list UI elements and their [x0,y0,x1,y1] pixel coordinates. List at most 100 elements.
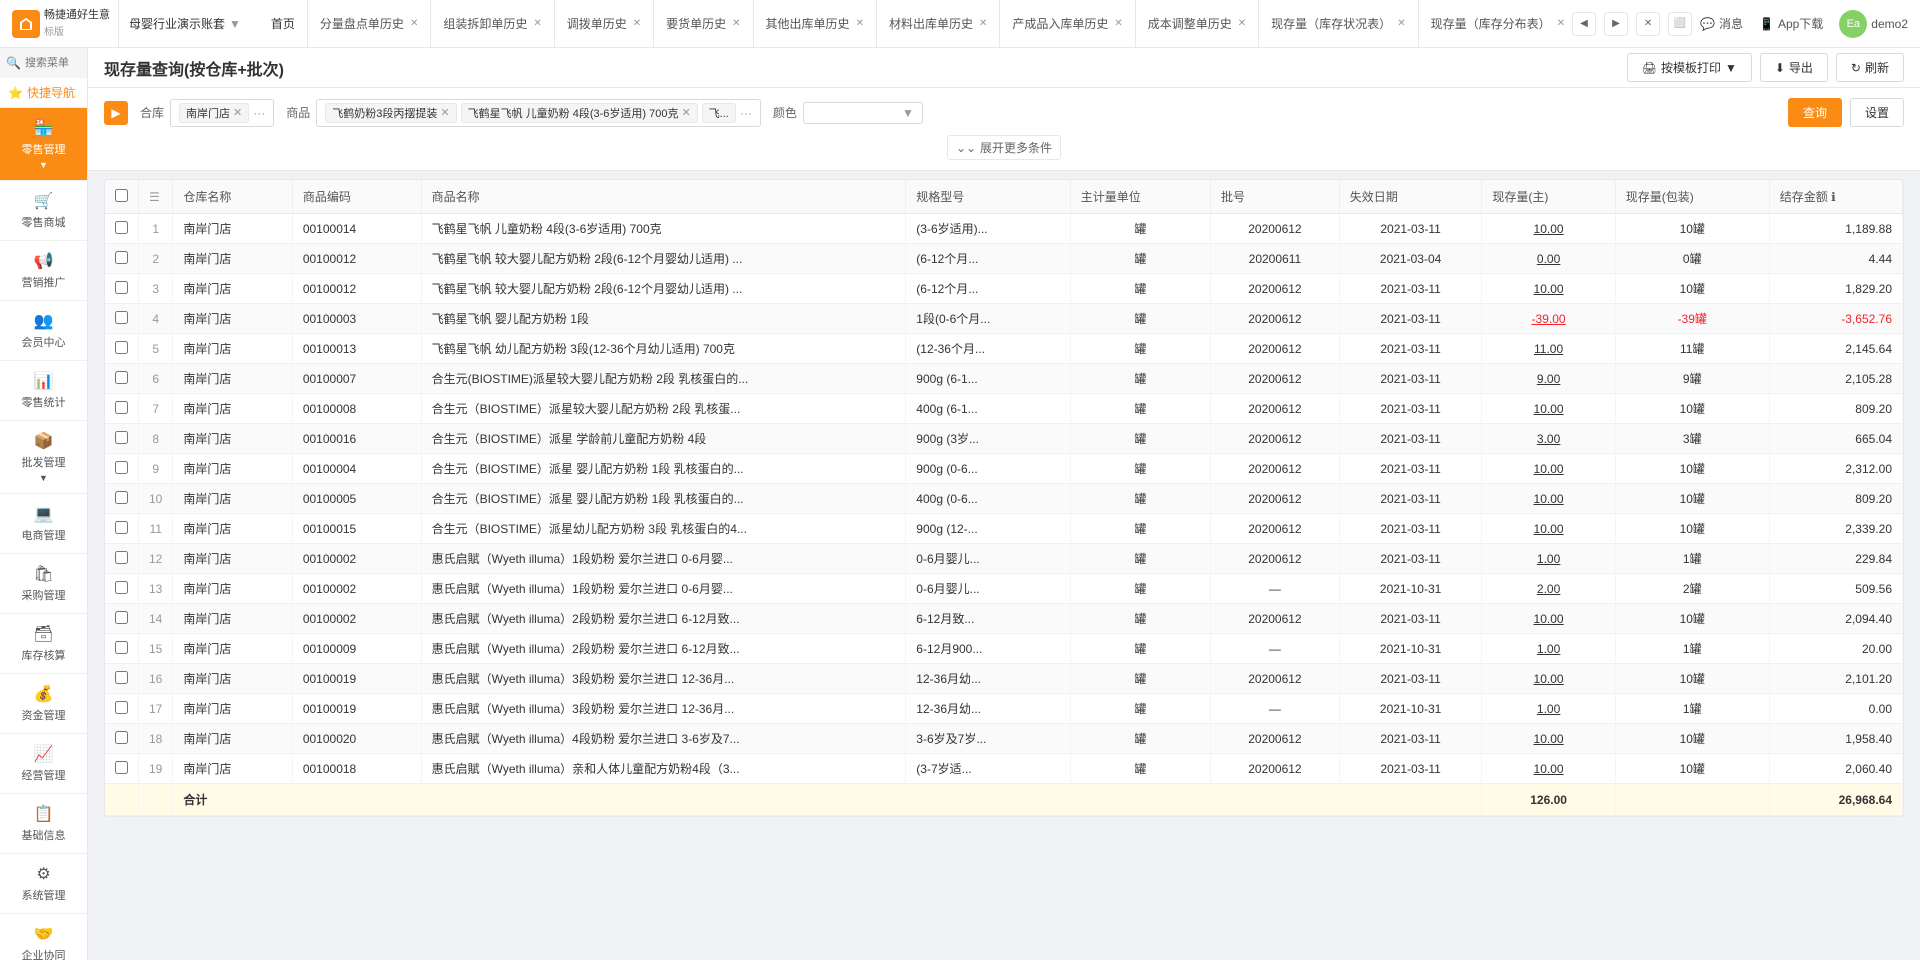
sidebar-item-system[interactable]: ⚙ 系统管理 [0,854,87,914]
row-checkbox[interactable] [115,461,128,474]
tab-close-icon[interactable]: ✕ [979,18,987,29]
qty-link[interactable]: 1.00 [1537,702,1560,716]
tab-tab7[interactable]: 产成品入库单历史✕ [1000,0,1135,48]
sidebar-item-retail_stat[interactable]: 📊 零售统计 [0,361,87,421]
tab-tab3[interactable]: 调拨单历史✕ [555,0,654,48]
filter-expand-arrow[interactable]: ▶ [104,101,128,125]
tab-tab8[interactable]: 成本调整单历史✕ [1136,0,1259,48]
tab-close-icon[interactable]: ✕ [1557,18,1564,29]
sidebar-item-finance[interactable]: 💰 资金管理 [0,674,87,734]
tab-close-icon[interactable]: ✕ [1114,18,1122,29]
qty-link[interactable]: 10.00 [1534,402,1564,416]
refresh-btn[interactable]: ↻ 刷新 [1836,53,1904,82]
sidebar-item-retail_shop[interactable]: 🛒 零售商城 [0,181,87,241]
row-checkbox[interactable] [115,431,128,444]
select-all-checkbox[interactable] [115,189,128,202]
qty-link[interactable]: 10.00 [1534,612,1564,626]
app-download-btn[interactable]: 📱 App下载 [1759,15,1823,32]
row-checkbox[interactable] [115,311,128,324]
row-checkbox[interactable] [115,731,128,744]
tab-close-icon[interactable]: ✕ [533,18,541,29]
row-checkbox[interactable] [115,221,128,234]
tab-close-icon[interactable]: ✕ [1397,18,1405,29]
tab-tab5[interactable]: 其他出库单历史✕ [754,0,877,48]
row-checkbox[interactable] [115,581,128,594]
product-tag1-close[interactable]: ✕ [440,106,449,119]
tab-tab1[interactable]: 分量盘点单历史✕ [308,0,431,48]
row-checkbox[interactable] [115,551,128,564]
expand-more-conditions-btn[interactable]: ⌄⌄ 展开更多条件 [947,135,1061,160]
sidebar-item-wholesale[interactable]: 📦 批发管理 ▼ [0,421,87,494]
row-checkbox[interactable] [115,671,128,684]
product-filter-input[interactable]: 飞鹤奶粉3段丙摆提装 ✕ 飞鹤星飞帆 儿童奶粉 4段(3-6岁适用) 700克 … [316,99,761,127]
query-btn[interactable]: 查询 [1788,98,1842,127]
row-checkbox[interactable] [115,491,128,504]
tab-close-icon[interactable]: ✕ [1238,18,1246,29]
sidebar-item-marketing[interactable]: 📢 营销推广 [0,241,87,301]
row-checkbox[interactable] [115,281,128,294]
row-checkbox[interactable] [115,701,128,714]
qty-link[interactable]: 10.00 [1534,522,1564,536]
tab-maximize-btn[interactable]: ⬜ [1668,12,1692,36]
tab-nav-prev[interactable]: ◀ [1572,12,1596,36]
qty-link[interactable]: 1.00 [1537,552,1560,566]
tab-close-icon[interactable]: ✕ [732,18,740,29]
qty-link[interactable]: 1.00 [1537,642,1560,656]
sidebar-item-inventory[interactable]: 🗃 库存核算 [0,614,87,674]
tab-tab2[interactable]: 组装拆卸单历史✕ [431,0,554,48]
tab-nav-next[interactable]: ▶ [1604,12,1628,36]
tab-close-icon[interactable]: ✕ [856,18,864,29]
tab-close-icon[interactable]: ✕ [410,18,418,29]
warehouse-more-icon[interactable]: ··· [253,106,265,120]
product-more-icon[interactable]: ··· [740,106,752,120]
sidebar-item-enterprise[interactable]: 🤝 企业协同 [0,914,87,960]
search-input[interactable] [25,57,81,69]
sidebar-item-retail[interactable]: 🏪 零售管理 ▼ [0,108,87,181]
tab-tab10[interactable]: 现存量（库存分布表）✕ [1419,0,1564,48]
qty-link[interactable]: 10.00 [1534,222,1564,236]
row-checkbox[interactable] [115,251,128,264]
tab-home[interactable]: 首页 [259,0,308,48]
tab-tab4[interactable]: 要货单历史✕ [654,0,753,48]
qty-link[interactable]: 10.00 [1534,672,1564,686]
qty-link[interactable]: 10.00 [1534,492,1564,506]
tab-close-btn[interactable]: ✕ [1636,12,1660,36]
sidebar-item-basic[interactable]: 📋 基础信息 [0,794,87,854]
warehouse-tag-close[interactable]: ✕ [233,106,242,119]
sidebar-item-operations[interactable]: 📈 经营管理 [0,734,87,794]
user-profile[interactable]: Ea demo2 [1839,10,1908,38]
qty-link[interactable]: 11.00 [1534,342,1563,356]
row-checkbox[interactable] [115,641,128,654]
warehouse-filter-input[interactable]: 南岸门店 ✕ ··· [170,99,274,127]
sidebar-item-member[interactable]: 👥 会员中心 [0,301,87,361]
tab-close-icon[interactable]: ✕ [633,18,641,29]
qty-link[interactable]: 10.00 [1534,282,1564,296]
qty-link[interactable]: -39.00 [1532,312,1566,326]
cell-3: 00100008 [292,394,421,424]
row-checkbox[interactable] [115,761,128,774]
qty-link[interactable]: 3.00 [1537,432,1560,446]
tab-tab6[interactable]: 材料出库单历史✕ [877,0,1000,48]
message-btn[interactable]: 💬 消息 [1700,15,1743,32]
sidebar-item-purchase[interactable]: 🛍 采购管理 [0,554,87,614]
qty-link[interactable]: 0.00 [1537,252,1560,266]
row-checkbox[interactable] [115,371,128,384]
row-checkbox[interactable] [115,611,128,624]
qty-link[interactable]: 10.00 [1534,462,1564,476]
quick-nav[interactable]: ⭐ 快捷导航 [0,78,87,108]
settings-btn[interactable]: 设置 [1850,98,1904,127]
account-selector[interactable]: 母婴行业演示账套 ▼ [118,0,251,48]
row-checkbox[interactable] [115,341,128,354]
template-print-btn[interactable]: 🖨 按模板打印 ▼ [1627,53,1752,82]
color-filter-input[interactable]: ▼ [803,102,923,124]
product-tag2-close[interactable]: ✕ [681,106,690,119]
qty-link[interactable]: 9.00 [1537,372,1560,386]
tab-tab9[interactable]: 现存量（库存状况表）✕ [1259,0,1418,48]
row-checkbox[interactable] [115,521,128,534]
qty-link[interactable]: 10.00 [1534,732,1564,746]
qty-link[interactable]: 2.00 [1537,582,1560,596]
row-checkbox[interactable] [115,401,128,414]
sidebar-item-ecommerce[interactable]: 💻 电商管理 [0,494,87,554]
qty-link[interactable]: 10.00 [1534,762,1564,776]
export-btn[interactable]: ⬇ 导出 [1760,53,1828,82]
